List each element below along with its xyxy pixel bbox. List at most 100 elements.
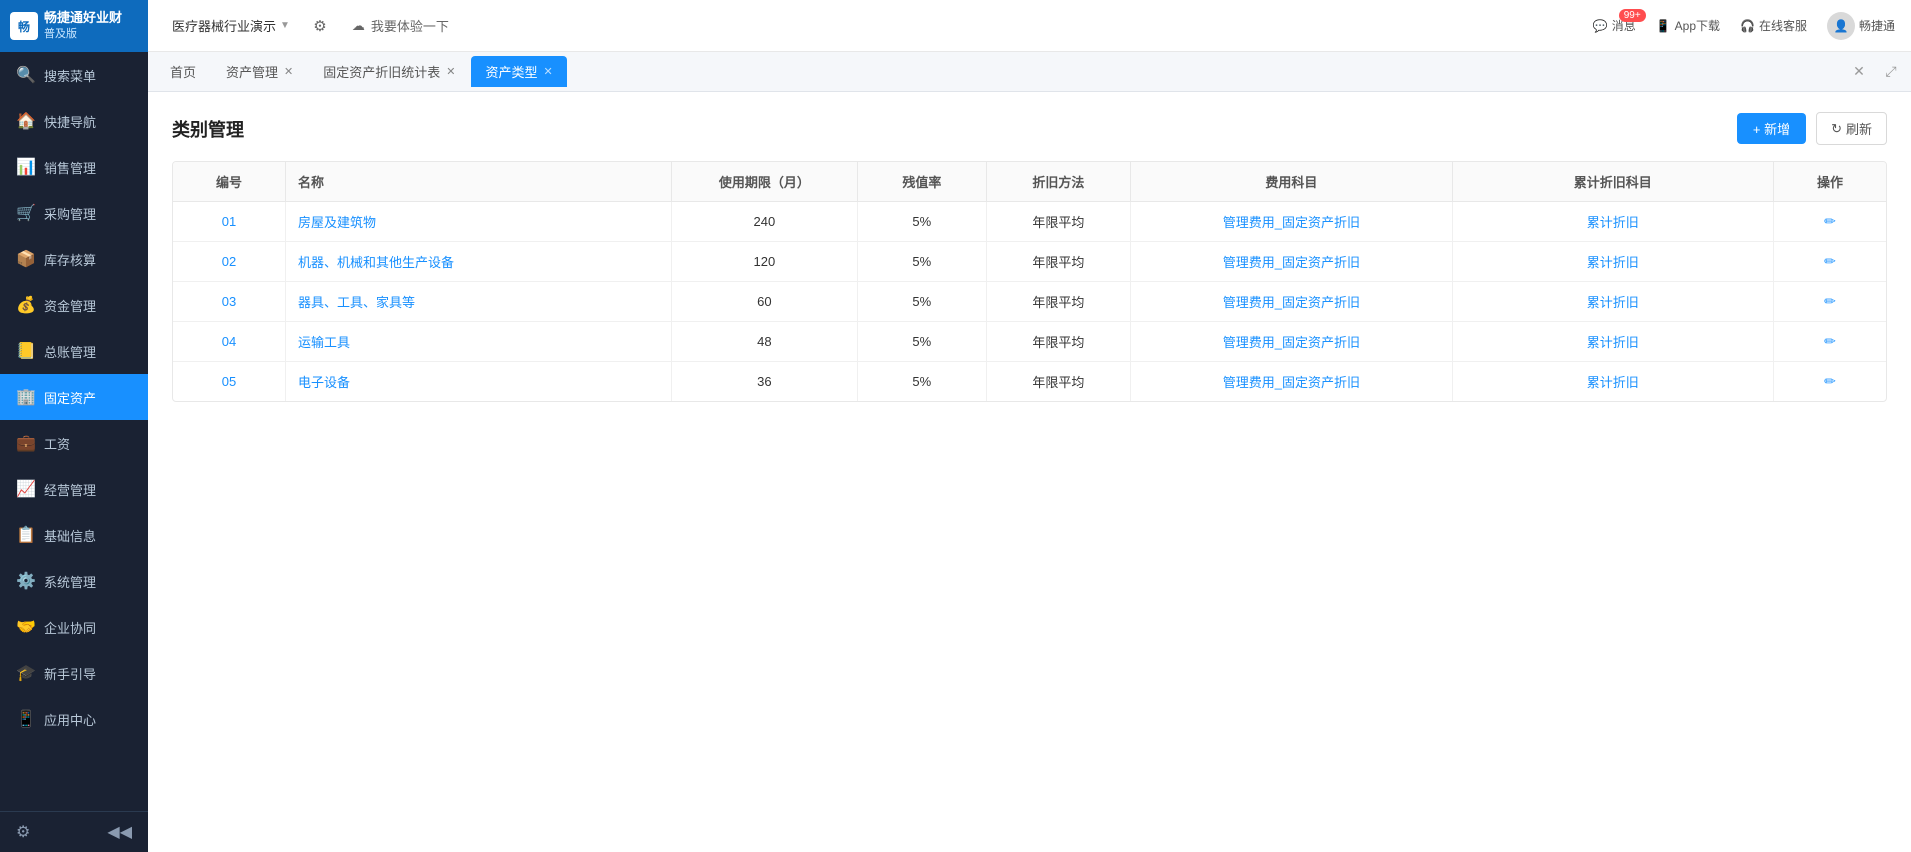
sidebar-item-inventory[interactable]: 📦 库存核算 <box>0 236 148 282</box>
sidebar-item-sales[interactable]: 📊销售管理 <box>0 144 148 190</box>
sidebar-item-operations[interactable]: 📈经营管理 <box>0 466 148 512</box>
data-table: 编号 名称 使用期限（月） 残值率 折旧方法 费用科目 累计折旧科目 操作 01… <box>172 161 1887 402</box>
company-selector[interactable]: 医疗器械行业演示 ▼ <box>164 12 298 39</box>
col-expense: 费用科目 <box>1131 162 1452 202</box>
message-button[interactable]: 💬 消息 99+ <box>1593 17 1636 34</box>
company-name: 医疗器械行业演示 <box>172 16 276 35</box>
tab-asset-mgmt[interactable]: 资产管理 ✕ <box>212 56 307 87</box>
cell-residual: 5% <box>858 282 987 322</box>
collapse-icon[interactable]: ◀◀ <box>107 822 132 842</box>
download-icon: 📱 <box>1656 19 1671 33</box>
sidebar-item-label: 系统管理 <box>44 572 96 591</box>
sidebar-item-fixed-assets[interactable]: 🏢固定资产 <box>0 374 148 420</box>
page-title: 类别管理 <box>172 116 244 142</box>
edit-icon[interactable]: ✏ <box>1824 253 1836 269</box>
cell-months: 36 <box>671 362 857 402</box>
new-button[interactable]: + 新增 <box>1737 113 1806 144</box>
table-row: 05 电子设备 36 5% 年限平均 管理费用_固定资产折旧 累计折旧 ✏ <box>173 362 1886 402</box>
cell-residual: 5% <box>858 242 987 282</box>
cell-months: 48 <box>671 322 857 362</box>
sidebar-item-label: 基础信息 <box>44 526 96 545</box>
topbar: 医疗器械行业演示 ▼ ⚙ ☁ 我要体验一下 💬 消息 99+ 📱 App下载 🎧… <box>148 0 1911 52</box>
online-support-button[interactable]: 🎧 在线客服 <box>1740 17 1807 34</box>
sidebar-item-label: 快捷导航 <box>44 112 96 131</box>
category-table: 编号 名称 使用期限（月） 残值率 折旧方法 费用科目 累计折旧科目 操作 01… <box>173 162 1886 401</box>
cell-action: ✏ <box>1773 202 1886 242</box>
col-action: 操作 <box>1773 162 1886 202</box>
cell-accumulated[interactable]: 累计折旧 <box>1452 362 1773 402</box>
ledger-icon: 📒 <box>16 341 34 361</box>
edit-icon[interactable]: ✏ <box>1824 373 1836 389</box>
window-maximize-button[interactable]: ⤢ <box>1879 60 1903 84</box>
enterprise-icon: 🤝 <box>16 617 34 637</box>
sidebar-item-label: 工资 <box>44 434 70 453</box>
guide-icon: 🎓 <box>16 663 34 683</box>
cell-action: ✏ <box>1773 362 1886 402</box>
col-months: 使用期限（月） <box>671 162 857 202</box>
refresh-icon: ↻ <box>1831 121 1842 137</box>
app-download-button[interactable]: 📱 App下载 <box>1656 17 1720 34</box>
table-header: 编号 名称 使用期限（月） 残值率 折旧方法 费用科目 累计折旧科目 操作 <box>173 162 1886 202</box>
sidebar-item-funds[interactable]: 💰资金管理 <box>0 282 148 328</box>
cell-action: ✏ <box>1773 242 1886 282</box>
sidebar: 畅 畅捷通好业财 普及版 🔍搜索菜单🏠快捷导航📊销售管理 🛒 采购管理 📦 库存核算 💰资… <box>0 0 148 852</box>
app-logo: 畅 <box>10 12 38 40</box>
cell-method: 年限平均 <box>986 202 1131 242</box>
cell-accumulated[interactable]: 累计折旧 <box>1452 202 1773 242</box>
cell-id: 05 <box>173 362 285 402</box>
tab-close-asset-type[interactable]: ✕ <box>544 65 553 78</box>
cell-method: 年限平均 <box>986 242 1131 282</box>
sidebar-item-quick-nav[interactable]: 🏠快捷导航 <box>0 98 148 144</box>
sidebar-item-guide[interactable]: 🎓新手引导 <box>0 650 148 696</box>
sidebar-item-label: 固定资产 <box>44 388 96 407</box>
table-row: 02 机器、机械和其他生产设备 120 5% 年限平均 管理费用_固定资产折旧 … <box>173 242 1886 282</box>
sidebar-nav: 🔍搜索菜单🏠快捷导航📊销售管理 🛒 采购管理 📦 库存核算 💰资金管理📒总账管理🏢固定资产… <box>0 52 148 811</box>
sidebar-item-system[interactable]: ⚙️ 系统管理 <box>0 558 148 604</box>
sidebar-item-search[interactable]: 🔍搜索菜单 <box>0 52 148 98</box>
content-area: 类别管理 + 新增 ↻ 刷新 编号 名称 使用期限（月） 残值率 折旧方法 <box>148 92 1911 852</box>
window-close-button[interactable]: ✕ <box>1847 60 1871 84</box>
sidebar-item-basic-info[interactable]: 📋基础信息 <box>0 512 148 558</box>
refresh-button[interactable]: ↻ 刷新 <box>1816 112 1887 145</box>
cell-accumulated[interactable]: 累计折旧 <box>1452 242 1773 282</box>
sidebar-item-payroll[interactable]: 💼工资 <box>0 420 148 466</box>
sidebar-item-label: 库存核算 <box>44 250 96 269</box>
tab-close-asset-mgmt[interactable]: ✕ <box>284 65 293 78</box>
purchase-icon: 🛒 <box>16 203 34 223</box>
tab-asset-type[interactable]: 资产类型 ✕ <box>471 56 566 87</box>
cell-residual: 5% <box>858 362 987 402</box>
sidebar-item-label: 搜索菜单 <box>44 66 96 85</box>
sidebar-item-purchase[interactable]: 🛒 采购管理 <box>0 190 148 236</box>
sidebar-header: 畅 畅捷通好业财 普及版 <box>0 0 148 52</box>
cell-expense[interactable]: 管理费用_固定资产折旧 <box>1131 202 1452 242</box>
cell-expense[interactable]: 管理费用_固定资产折旧 <box>1131 242 1452 282</box>
col-id: 编号 <box>173 162 285 202</box>
cell-expense[interactable]: 管理费用_固定资产折旧 <box>1131 322 1452 362</box>
col-residual: 残值率 <box>858 162 987 202</box>
sidebar-item-label: 采购管理 <box>44 204 96 223</box>
tab-depreciation-table[interactable]: 固定资产折旧统计表 ✕ <box>309 56 469 87</box>
company-settings-icon[interactable]: ⚙ <box>306 12 334 40</box>
sidebar-item-label: 销售管理 <box>44 158 96 177</box>
experience-button[interactable]: ☁ 我要体验一下 <box>342 12 459 39</box>
cell-expense[interactable]: 管理费用_固定资产折旧 <box>1131 362 1452 402</box>
tab-close-depreciation[interactable]: ✕ <box>446 65 455 78</box>
cell-accumulated[interactable]: 累计折旧 <box>1452 322 1773 362</box>
edit-icon[interactable]: ✏ <box>1824 213 1836 229</box>
edit-icon[interactable]: ✏ <box>1824 293 1836 309</box>
cell-name: 电子设备 <box>285 362 671 402</box>
tab-home[interactable]: 首页 <box>156 56 210 87</box>
inventory-icon: 📦 <box>16 249 34 269</box>
sidebar-item-app-center[interactable]: 📱应用中心 <box>0 696 148 742</box>
user-profile[interactable]: 👤 畅捷通 <box>1827 12 1895 40</box>
sidebar-item-ledger[interactable]: 📒总账管理 <box>0 328 148 374</box>
cell-accumulated[interactable]: 累计折旧 <box>1452 282 1773 322</box>
cell-expense[interactable]: 管理费用_固定资产折旧 <box>1131 282 1452 322</box>
avatar: 👤 <box>1827 12 1855 40</box>
cell-months: 120 <box>671 242 857 282</box>
system-icon: ⚙️ <box>16 571 34 591</box>
sidebar-item-enterprise[interactable]: 🤝企业协同 <box>0 604 148 650</box>
sidebar-footer: ⚙ ◀◀ <box>0 811 148 852</box>
edit-icon[interactable]: ✏ <box>1824 333 1836 349</box>
settings-icon[interactable]: ⚙ <box>16 822 30 842</box>
